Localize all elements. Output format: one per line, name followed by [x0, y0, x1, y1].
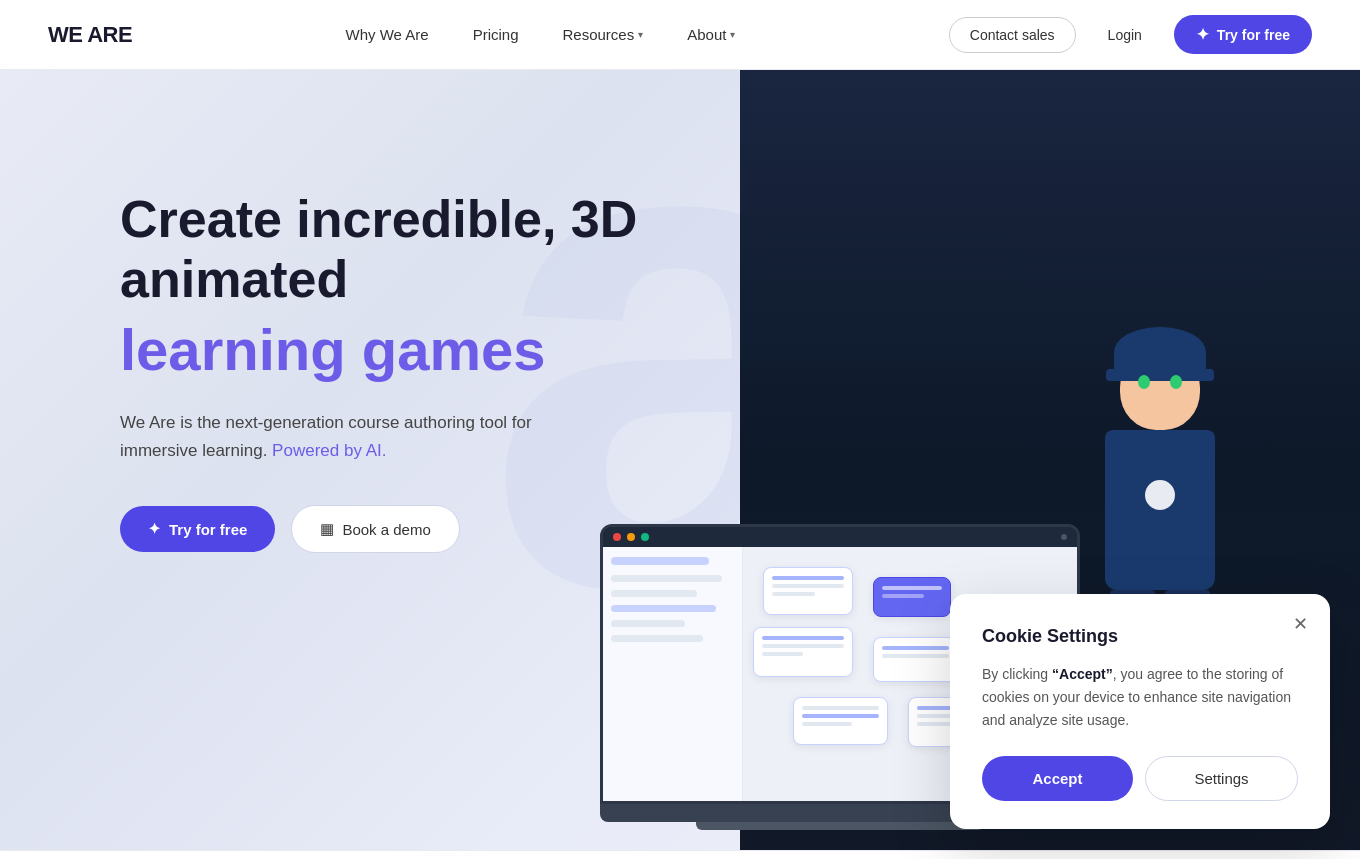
character-cap [1114, 327, 1206, 377]
navbar: WE ARE Why We Are Pricing Resources ▾ Ab… [0, 0, 1360, 70]
hero-title-black: Create incredible, 3D animated [120, 190, 680, 310]
character-logo-mark [1145, 480, 1175, 510]
cookie-action-buttons: Accept Settings [982, 756, 1298, 801]
cookie-settings-button[interactable]: Settings [1145, 756, 1298, 801]
cookie-close-button[interactable]: ✕ [1286, 610, 1314, 638]
nav-actions: Contact sales Login ✦ Try for free [949, 15, 1312, 54]
calendar-icon: ▦ [320, 520, 334, 538]
node-card [763, 567, 853, 615]
sparkle-icon: ✦ [148, 520, 161, 538]
character-right-eye [1170, 375, 1182, 389]
character-left-eye [1138, 375, 1150, 389]
trusted-organizations-bar: Trusted by top organizations: ANTON SPOR… [0, 850, 1360, 859]
hero-description: We Are is the next-generation course aut… [120, 409, 600, 465]
hero-cta-buttons: ✦ Try for free ▦ Book a demo [120, 505, 680, 553]
cookie-overlay: ✕ Cookie Settings By clicking “Accept”, … [950, 594, 1330, 829]
laptop-foot [696, 822, 984, 830]
node-card-blue [873, 577, 951, 617]
sparkle-icon: ✦ [1196, 25, 1209, 44]
nav-links: Why We Are Pricing Resources ▾ About ▾ [328, 18, 754, 51]
chevron-down-icon: ▾ [638, 29, 643, 40]
character-head [1120, 345, 1200, 430]
nav-logo[interactable]: WE ARE [48, 22, 132, 48]
cookie-title: Cookie Settings [982, 626, 1298, 647]
chevron-down-icon: ▾ [730, 29, 735, 40]
try-for-free-nav-button[interactable]: ✦ Try for free [1174, 15, 1312, 54]
node-card [793, 697, 888, 745]
hero-title-purple: learning games [120, 318, 680, 382]
nav-link-why-we-are[interactable]: Why We Are [328, 18, 447, 51]
cookie-description: By clicking “Accept”, you agree to the s… [982, 663, 1298, 732]
character-torso [1105, 430, 1215, 590]
nav-link-resources[interactable]: Resources ▾ [545, 18, 662, 51]
contact-sales-button[interactable]: Contact sales [949, 17, 1076, 53]
cookie-accept-button[interactable]: Accept [982, 756, 1133, 801]
login-button[interactable]: Login [1088, 18, 1162, 52]
character-cap-brim [1106, 369, 1214, 381]
nav-link-pricing[interactable]: Pricing [455, 18, 537, 51]
nav-link-about[interactable]: About ▾ [669, 18, 753, 51]
laptop-camera [1061, 534, 1067, 540]
book-demo-button[interactable]: ▦ Book a demo [291, 505, 459, 553]
node-card [753, 627, 853, 677]
cookie-modal: ✕ Cookie Settings By clicking “Accept”, … [950, 594, 1330, 829]
node-card [873, 637, 958, 682]
hero-content: Create incredible, 3D animated learning … [120, 70, 680, 553]
try-for-free-hero-button[interactable]: ✦ Try for free [120, 506, 275, 552]
